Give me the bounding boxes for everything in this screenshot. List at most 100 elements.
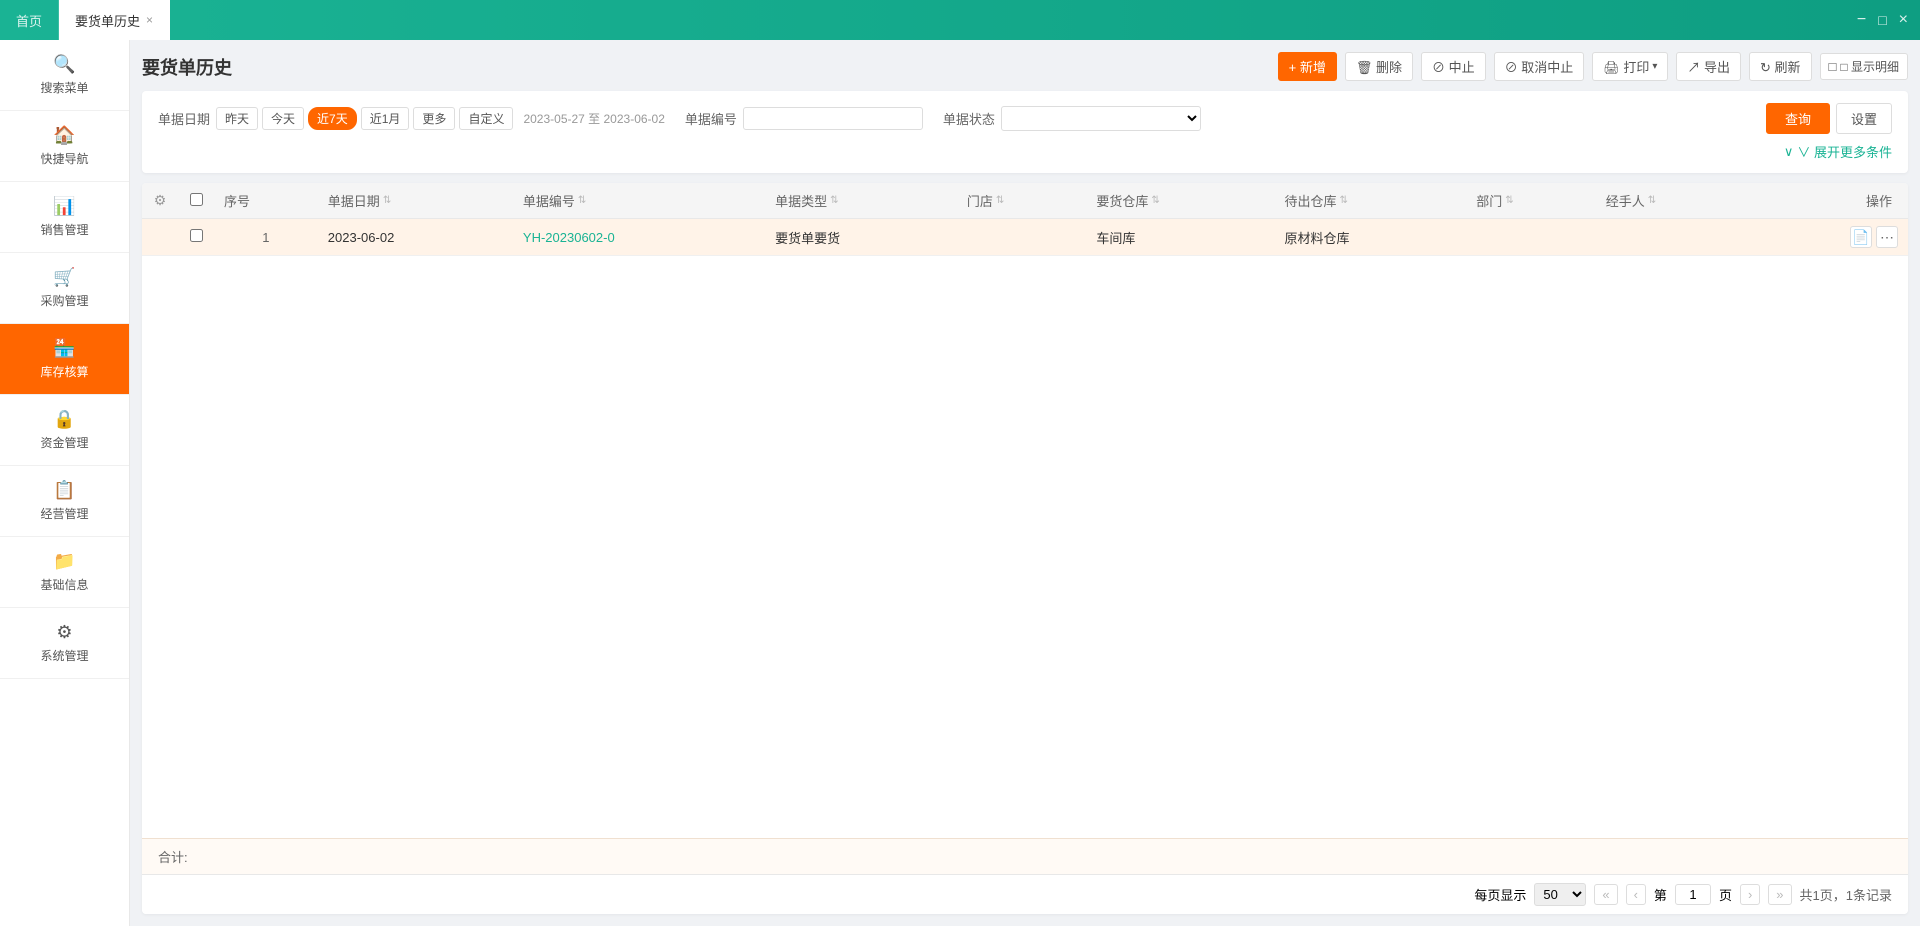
sort-doc-type-icon[interactable]: ⇅ — [830, 195, 838, 206]
settings-button[interactable]: 设置 — [1836, 103, 1892, 134]
prev-page-btn[interactable]: ‹ — [1626, 884, 1646, 905]
sidebar-item-basic-info[interactable]: 📁 基础信息 — [0, 537, 129, 608]
sidebar-item-finance-mgmt-label: 资金管理 — [40, 434, 88, 451]
first-page-btn[interactable]: « — [1594, 884, 1617, 905]
th-pending-warehouse: 待出仓库 ⇅ — [1274, 183, 1466, 219]
sort-doc-date-icon[interactable]: ⇅ — [383, 195, 391, 206]
td-doc-date: 2023-06-02 — [318, 219, 513, 256]
select-all-checkbox[interactable] — [190, 193, 203, 206]
sort-dept-icon[interactable]: ⇅ — [1505, 195, 1513, 206]
row-more-btn[interactable]: ⋯ — [1876, 226, 1898, 248]
sidebar-item-purchase-mgmt-label: 采购管理 — [40, 292, 88, 309]
th-num: 序号 — [214, 183, 318, 219]
td-store — [957, 219, 1086, 256]
sidebar-item-system-mgmt[interactable]: ⚙ 系统管理 — [0, 608, 129, 679]
th-req-warehouse-label: 要货仓库 — [1096, 191, 1148, 210]
sort-handler-icon[interactable]: ⇅ — [1648, 195, 1656, 206]
delete-button[interactable]: 🗑 删除 — [1345, 52, 1413, 81]
sidebar-item-operations-mgmt[interactable]: 📋 经营管理 — [0, 466, 129, 537]
display-detail-button[interactable]: □ □ 显示明细 — [1820, 53, 1908, 80]
th-checkbox — [178, 183, 214, 219]
td-pending-warehouse: 原材料仓库 — [1274, 219, 1466, 256]
doc-no-link[interactable]: YH-20230602-0 — [523, 230, 615, 245]
tab-home-label: 首页 — [16, 11, 42, 30]
date-range-display: 2023-05-27 至 2023-06-02 — [523, 110, 664, 127]
yesterday-btn[interactable]: 昨天 — [216, 107, 258, 130]
refresh-button[interactable]: ↻ 刷新 — [1749, 52, 1812, 81]
th-handler: 经手人 ⇅ — [1596, 183, 1755, 219]
last7days-btn[interactable]: 近7天 — [308, 107, 357, 130]
more-btn[interactable]: 更多 — [413, 107, 455, 130]
query-button[interactable]: 查询 — [1766, 103, 1830, 134]
minimize-icon[interactable]: − — [1857, 11, 1866, 29]
tab-requisition-history[interactable]: 要货单历史 × — [59, 0, 170, 40]
docno-filter-label: 单据编号 — [685, 109, 737, 128]
last-page-btn[interactable]: » — [1768, 884, 1791, 905]
toolbar: + 新增 🗑 删除 ⊘ 中止 ⊘ 取消中止 🖨 打印 ▾ — [1278, 52, 1908, 81]
next-page-btn[interactable]: › — [1740, 884, 1760, 905]
content-area: 要货单历史 + 新增 🗑 删除 ⊘ 中止 ⊘ 取消中止 🖨 — [130, 40, 1920, 926]
table-row: 1 2023-06-02 YH-20230602-0 要货单要货 车间库 原材料… — [142, 219, 1908, 256]
th-num-label: 序号 — [224, 194, 250, 209]
system-mgmt-icon: ⚙ — [56, 622, 72, 643]
custom-btn[interactable]: 自定义 — [459, 107, 513, 130]
sidebar-item-purchase-mgmt[interactable]: 🛒 采购管理 — [0, 253, 129, 324]
expand-icon: ∨ — [1784, 144, 1794, 160]
sidebar-item-operations-mgmt-label: 经营管理 — [40, 505, 88, 522]
print-button[interactable]: 🖨 打印 ▾ — [1592, 52, 1668, 81]
tab-home[interactable]: 首页 — [0, 0, 59, 40]
status-filter-label: 单据状态 — [943, 109, 995, 128]
basic-info-icon: 📁 — [53, 551, 75, 572]
filter-section: 单据日期 昨天 今天 近7天 近1月 更多 自定义 2023-05-27 至 2… — [142, 91, 1908, 173]
sidebar-item-finance-mgmt[interactable]: 🔒 资金管理 — [0, 395, 129, 466]
close-icon[interactable]: × — [1899, 11, 1908, 29]
new-button[interactable]: + 新增 — [1278, 52, 1337, 81]
expand-more-btn[interactable]: ∨ ∨ 展开更多条件 — [1784, 142, 1892, 161]
tab-close-icon[interactable]: × — [146, 13, 153, 27]
sidebar-item-quick-nav[interactable]: 🏠 快捷导航 — [0, 111, 129, 182]
maximize-icon[interactable]: □ — [1878, 12, 1886, 28]
stop-button[interactable]: ⊘ 中止 — [1421, 52, 1486, 81]
top-bar-tabs: 首页 要货单历史 × — [0, 0, 170, 40]
sort-store-icon[interactable]: ⇅ — [996, 195, 1004, 206]
finance-mgmt-icon: 🔒 — [53, 409, 75, 430]
page-title: 要货单历史 — [142, 54, 232, 80]
th-store-label: 门店 — [967, 191, 993, 210]
th-operation: 操作 — [1755, 183, 1908, 219]
sort-doc-no-icon[interactable]: ⇅ — [578, 195, 586, 206]
export-button[interactable]: ↗ 导出 — [1676, 52, 1741, 81]
th-handler-label: 经手人 — [1606, 191, 1645, 210]
sidebar-item-quick-nav-label: 快捷导航 — [40, 150, 88, 167]
cancel-stop-button[interactable]: ⊘ 取消中止 — [1494, 52, 1585, 81]
export-btn-label: ↗ 导出 — [1687, 57, 1730, 76]
sales-mgmt-icon: 📊 — [53, 196, 75, 217]
column-settings-icon[interactable]: ⚙ — [154, 192, 167, 208]
tab-requisition-history-label: 要货单历史 — [75, 11, 140, 30]
row-edit-btn[interactable]: 📄 — [1850, 226, 1872, 248]
td-operation: 📄 ⋯ — [1755, 219, 1908, 256]
row-checkbox[interactable] — [190, 229, 203, 242]
sidebar-item-inventory-calc-label: 库存核算 — [40, 363, 88, 380]
sidebar-item-sales-mgmt[interactable]: 📊 销售管理 — [0, 182, 129, 253]
sidebar-item-inventory-calc[interactable]: 🏪 库存核算 — [0, 324, 129, 395]
expand-label: ∨ 展开更多条件 — [1797, 142, 1892, 161]
last1month-btn[interactable]: 近1月 — [361, 107, 410, 130]
status-select[interactable] — [1001, 106, 1201, 131]
th-dept-label: 部门 — [1476, 191, 1502, 210]
page-number-input[interactable] — [1675, 884, 1711, 905]
search-menu-icon: 🔍 — [53, 54, 75, 75]
page-size-label: 每页显示 — [1474, 885, 1526, 904]
page-size-select[interactable]: 50 20 100 200 — [1534, 883, 1586, 906]
sort-req-warehouse-icon[interactable]: ⇅ — [1151, 195, 1159, 206]
th-operation-label: 操作 — [1866, 194, 1892, 209]
th-doc-no-label: 单据编号 — [523, 191, 575, 210]
sort-pending-warehouse-icon[interactable]: ⇅ — [1339, 195, 1347, 206]
th-settings: ⚙ — [142, 183, 178, 219]
sidebar-item-search-menu[interactable]: 🔍 搜索菜单 — [0, 40, 129, 111]
pagination-bar: 每页显示 50 20 100 200 « ‹ 第 页 › » 共1页，1条记录 — [142, 874, 1908, 914]
today-btn[interactable]: 今天 — [262, 107, 304, 130]
table-header-row: ⚙ 序号 单据日期 — [142, 183, 1908, 219]
page-header: 要货单历史 + 新增 🗑 删除 ⊘ 中止 ⊘ 取消中止 🖨 — [142, 52, 1908, 81]
sidebar-item-sales-mgmt-label: 销售管理 — [40, 221, 88, 238]
docno-input[interactable] — [743, 107, 923, 130]
